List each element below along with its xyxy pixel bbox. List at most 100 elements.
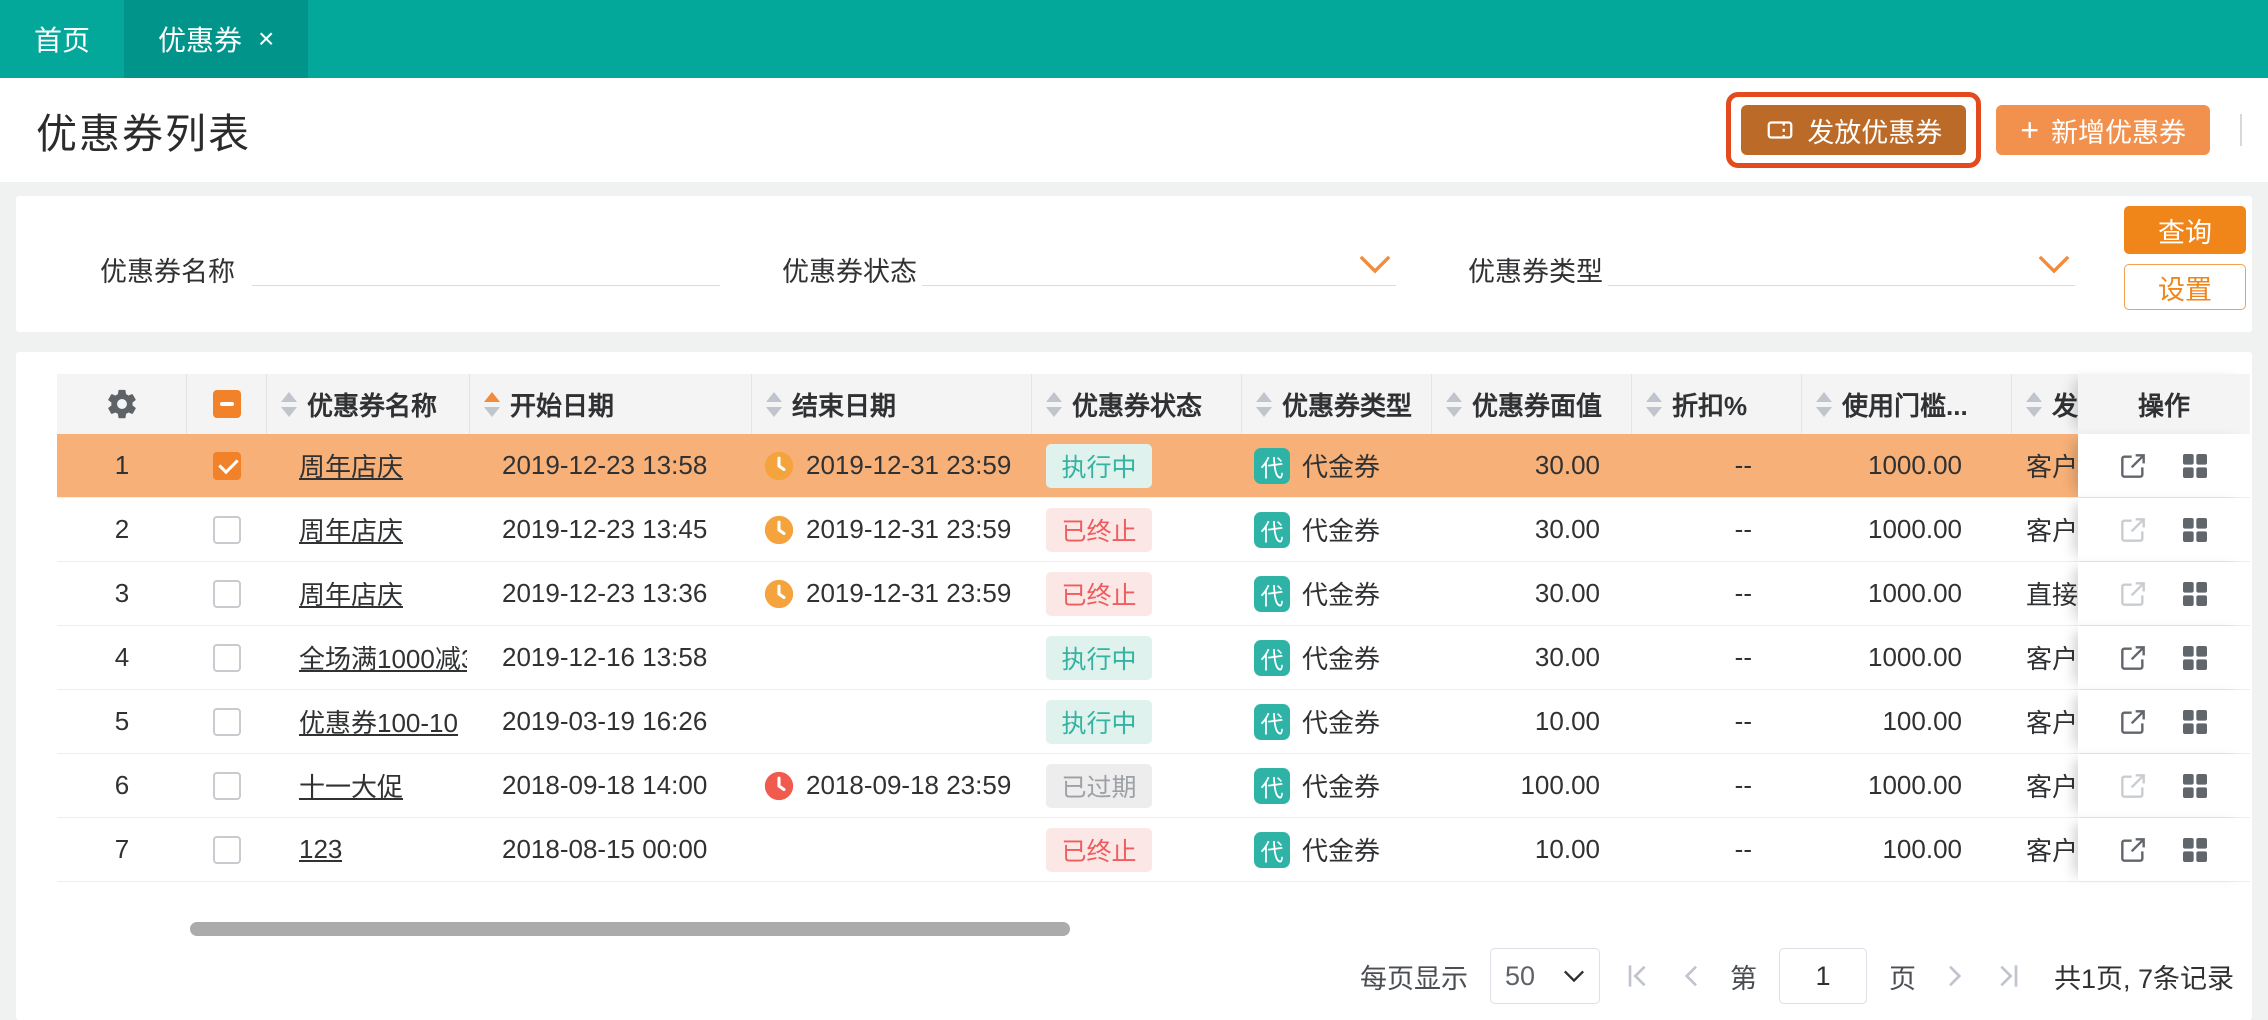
grid-icon[interactable]	[2179, 834, 2211, 866]
header-actions: 发放优惠券 + 新增优惠券	[1726, 92, 2242, 168]
type-cell: 代 代金券	[1242, 818, 1432, 881]
coupon-name-link[interactable]: 周年店庆	[299, 447, 403, 484]
header-label: 优惠券类型	[1282, 390, 1413, 421]
clock-icon	[762, 769, 796, 803]
gear-icon[interactable]	[105, 387, 139, 421]
threshold-value: 1000.00	[1868, 578, 1962, 608]
coupon-name-link[interactable]: 周年店庆	[299, 575, 403, 612]
settings-button[interactable]: 设置	[2124, 264, 2246, 310]
tab-home[interactable]: 首页	[0, 0, 124, 78]
issue-coupon-button[interactable]: 发放优惠券	[1741, 105, 1967, 155]
discount-value: --	[1734, 450, 1752, 480]
header-face-value[interactable]: 优惠券面值	[1432, 374, 1632, 434]
export-icon[interactable]	[2117, 450, 2149, 482]
export-icon[interactable]	[2117, 770, 2149, 802]
search-button[interactable]: 查询	[2124, 206, 2246, 254]
prev-page-icon[interactable]	[1676, 960, 1708, 992]
type-cell: 代 代金券	[1242, 626, 1432, 689]
coupon-name-link[interactable]: 全场满1000减30	[299, 639, 467, 676]
row-checkbox[interactable]	[213, 771, 241, 800]
row-checkbox[interactable]	[213, 579, 241, 608]
issue-button-wrap: 发放优惠券	[1726, 92, 1982, 168]
app-root: 首页 优惠券 × 优惠券列表 发放优惠券 + 新增优惠券 优惠券名称 优惠券状态…	[0, 0, 2268, 1020]
status-badge: 执行中	[1046, 635, 1152, 680]
row-operations	[2078, 626, 2250, 689]
coupon-name-link[interactable]: 123	[299, 834, 342, 865]
table-row: 5 优惠券100-10 2019-03-19 16:26 执行中 代 代金券 1…	[57, 690, 2250, 754]
face-value: 30.00	[1534, 450, 1600, 480]
end-date-text: 2019-12-31 23:59	[806, 578, 1012, 608]
grid-icon[interactable]	[2179, 770, 2211, 802]
last-page-icon[interactable]	[1992, 960, 2024, 992]
sort-icons[interactable]	[766, 391, 782, 417]
issue-button-label: 发放优惠券	[1807, 117, 1943, 148]
header-type[interactable]: 优惠券类型	[1242, 374, 1432, 434]
sort-icons[interactable]	[1256, 391, 1272, 417]
sort-icons[interactable]	[2026, 391, 2042, 417]
row-checkbox[interactable]	[213, 643, 241, 672]
scrollbar-thumb[interactable]	[190, 922, 1070, 936]
tab-home-label: 首页	[34, 25, 91, 56]
threshold-value: 1000.00	[1868, 450, 1962, 480]
grid-icon[interactable]	[2179, 578, 2211, 610]
grid-icon[interactable]	[2179, 450, 2211, 482]
close-icon[interactable]: ×	[258, 25, 274, 53]
status-cell: 执行中	[1032, 434, 1242, 497]
sort-icons[interactable]	[1816, 391, 1832, 417]
export-icon[interactable]	[2117, 706, 2149, 738]
horizontal-scrollbar[interactable]	[190, 922, 1070, 936]
grid-icon[interactable]	[2179, 706, 2211, 738]
export-icon[interactable]	[2117, 834, 2149, 866]
create-coupon-button[interactable]: + 新增优惠券	[1996, 105, 2210, 155]
sort-icons[interactable]	[1446, 391, 1462, 417]
header-discount[interactable]: 折扣%	[1632, 374, 1802, 434]
per-page-select[interactable]: 50	[1489, 948, 1600, 1004]
send-type: 客户	[2026, 708, 2078, 738]
coupon-name-input[interactable]	[252, 230, 720, 286]
export-icon[interactable]	[2117, 514, 2149, 546]
type-cell: 代 代金券	[1242, 690, 1432, 753]
face-value: 30.00	[1534, 514, 1600, 544]
sort-icons[interactable]	[484, 391, 500, 417]
row-checkbox[interactable]	[213, 707, 241, 736]
coupon-name-link[interactable]: 十一大促	[299, 767, 403, 804]
header-coupon-name[interactable]: 优惠券名称	[267, 374, 470, 434]
column-settings-header[interactable]	[57, 374, 187, 434]
sort-icons[interactable]	[1046, 391, 1062, 417]
export-icon[interactable]	[2117, 642, 2149, 674]
row-checkbox[interactable]	[213, 451, 241, 480]
filter-name-label: 优惠券名称	[100, 257, 235, 287]
export-icon[interactable]	[2117, 578, 2149, 610]
coupon-type-select[interactable]	[1608, 230, 2075, 286]
grid-icon[interactable]	[2179, 514, 2211, 546]
select-all-checkbox[interactable]	[212, 390, 241, 418]
tab-coupon[interactable]: 优惠券 ×	[124, 0, 309, 78]
first-page-icon[interactable]	[1622, 960, 1654, 992]
end-date-text: 2019-12-31 23:59	[806, 450, 1012, 480]
row-operations	[2078, 498, 2250, 561]
coupon-name-link[interactable]: 周年店庆	[299, 511, 403, 548]
send-type: 直接	[2026, 580, 2078, 610]
header-send-type[interactable]: 发...	[2012, 374, 2078, 434]
header-start-date[interactable]: 开始日期	[470, 374, 752, 434]
header-end-date[interactable]: 结束日期	[752, 374, 1032, 434]
chevron-down-icon	[1563, 969, 1585, 983]
start-date: 2018-08-15 00:00	[502, 834, 708, 864]
start-date: 2019-12-23 13:58	[502, 450, 708, 480]
header-status[interactable]: 优惠券状态	[1032, 374, 1242, 434]
coupon-type-label: 代金券	[1302, 580, 1381, 610]
coupon-status-select[interactable]	[922, 230, 1396, 286]
row-checkbox[interactable]	[213, 835, 241, 864]
header-threshold[interactable]: 使用门槛...	[1802, 374, 2012, 434]
sort-icons[interactable]	[281, 391, 297, 417]
row-index: 5	[114, 706, 130, 736]
next-page-icon[interactable]	[1938, 960, 1970, 992]
tab-coupon-label: 优惠券	[158, 25, 243, 56]
tab-bar: 首页 优惠券 ×	[0, 0, 2268, 78]
sort-icons[interactable]	[1646, 391, 1662, 417]
grid-icon[interactable]	[2179, 642, 2211, 674]
coupon-name-link[interactable]: 优惠券100-10	[299, 703, 458, 740]
face-value: 30.00	[1534, 578, 1600, 608]
row-checkbox[interactable]	[213, 515, 241, 544]
page-input[interactable]: 1	[1778, 948, 1867, 1004]
